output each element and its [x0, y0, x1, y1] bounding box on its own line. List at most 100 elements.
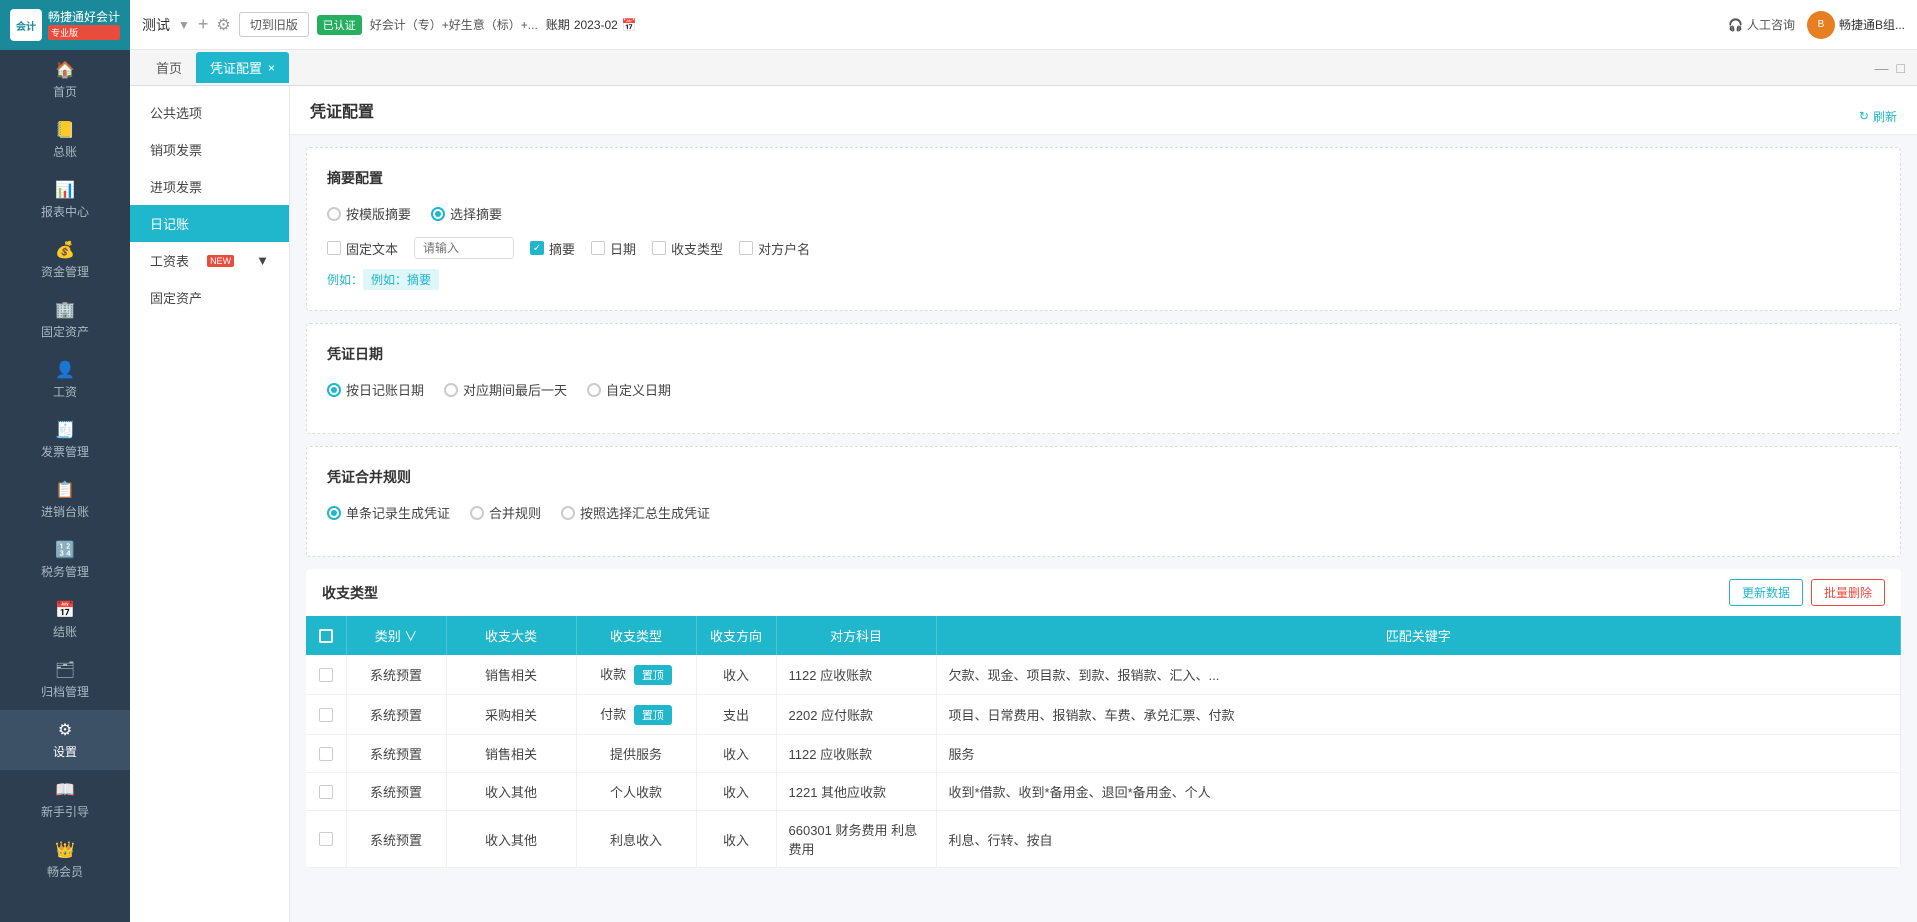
row-keywords-3: 服务 [936, 735, 1901, 773]
switch-version-button[interactable]: 切到旧版 [239, 12, 309, 37]
radio-custom-date-circle [587, 383, 601, 397]
service-button[interactable]: 🎧 人工咨询 [1728, 16, 1795, 33]
row-keywords-5: 利息、行转、按自 [936, 811, 1901, 868]
checkbox-date[interactable]: 日期 [591, 239, 636, 258]
date-section: 凭证日期 按日记账日期 对应期间最后一天 自定义日期 [306, 323, 1901, 434]
tab-voucher-config[interactable]: 凭证配置 × [196, 52, 289, 83]
refresh-button[interactable]: ↻ 刷新 [1859, 108, 1897, 125]
left-nav-journal[interactable]: 日记账 [130, 205, 289, 242]
radio-select-summary[interactable]: 选择摘要 [431, 204, 502, 223]
add-workspace-button[interactable]: + [198, 14, 209, 35]
top-tag-1[interactable]: 置顶 [634, 665, 672, 685]
update-data-button[interactable]: 更新数据 [1729, 579, 1803, 606]
row-big-type-2: 采购相关 [446, 695, 576, 735]
row-check-2[interactable] [306, 695, 346, 735]
checkbox-counterparty[interactable]: 对方户名 [739, 239, 810, 258]
member-icon: 👑 [55, 840, 75, 860]
summary-radio-group: 按模版摘要 选择摘要 [327, 204, 1880, 223]
user-profile[interactable]: B 畅捷通B组... [1807, 11, 1905, 39]
row-category-2: 系统预置 [346, 695, 446, 735]
th-sub-type: 收支类型 [576, 616, 696, 655]
th-checkbox[interactable] [306, 616, 346, 655]
radio-select-summary-gen[interactable]: 按照选择汇总生成凭证 [561, 503, 710, 522]
left-nav-sales-invoice[interactable]: 销项发票 [130, 131, 289, 168]
sidebar-item-tax[interactable]: 🔢 税务管理 [0, 530, 130, 590]
sidebar-item-close[interactable]: 📅 结账 [0, 590, 130, 650]
period-info: 账期 2023-02 📅 [546, 16, 637, 33]
sidebar-item-guide[interactable]: 📖 新手引导 [0, 770, 130, 830]
settings-gear-icon[interactable]: ⚙ [216, 15, 230, 35]
row-account-1: 1122 应收账款 [776, 655, 936, 695]
example-tag: 例如：摘要 [363, 269, 439, 290]
left-nav-salary[interactable]: 工资表 NEW ▼ [130, 242, 289, 279]
row-check-1[interactable] [306, 655, 346, 695]
checkbox-summary-box: ✓ [530, 241, 544, 255]
date-radio-group: 按日记账日期 对应期间最后一天 自定义日期 [327, 380, 1880, 399]
sidebar-item-home[interactable]: 🏠 首页 [0, 50, 130, 110]
sidebar-item-settings[interactable]: ⚙ 设置 [0, 710, 130, 770]
summary-section: 摘要配置 按模版摘要 选择摘要 [306, 147, 1901, 311]
table-row: 系统预置 采购相关 付款 置顶 支出 2202 应付账款 项目、日常费用、报销款… [306, 695, 1901, 735]
tab-close-icon[interactable]: × [268, 61, 275, 75]
checkbox-date-box [591, 241, 605, 255]
row-category-1: 系统预置 [346, 655, 446, 695]
radio-merge-rule[interactable]: 合并规则 [470, 503, 541, 522]
sidebar-item-fixed-assets[interactable]: 🏢 固定资产 [0, 290, 130, 350]
row-check-3[interactable] [306, 735, 346, 773]
sidebar-item-member[interactable]: 👑 畅会员 [0, 830, 130, 890]
calendar-icon[interactable]: 📅 [622, 18, 637, 32]
radio-journal-date[interactable]: 按日记账日期 [327, 380, 424, 399]
workspace-dropdown-icon[interactable]: ▼ [178, 18, 190, 32]
sidebar-item-ledger[interactable]: 📒 总账 [0, 110, 130, 170]
radio-period-last[interactable]: 对应期间最后一天 [444, 380, 567, 399]
sidebar-item-purchase-sales[interactable]: 📋 进销台账 [0, 470, 130, 530]
row-sub-type-1: 收款 置顶 [576, 655, 696, 695]
left-nav-fixed-assets[interactable]: 固定资产 [130, 279, 289, 316]
table-body: 系统预置 销售相关 收款 置顶 收入 1122 应收账款 欠款、现金、项目款、到… [306, 655, 1901, 868]
radio-circle-template [327, 207, 341, 221]
row-check-4[interactable] [306, 773, 346, 811]
merge-radio-group: 单条记录生成凭证 合并规则 按照选择汇总生成凭证 [327, 503, 1880, 522]
radio-journal-date-circle [327, 383, 341, 397]
fixed-text-input[interactable] [414, 237, 514, 259]
checkbox-fixed-text[interactable]: 固定文本 [327, 239, 398, 258]
row-direction-1: 收入 [696, 655, 776, 695]
left-nav-public[interactable]: 公共选项 [130, 94, 289, 131]
tab-minimize-icon[interactable]: — [1875, 60, 1889, 76]
batch-delete-button[interactable]: 批量删除 [1811, 579, 1885, 606]
row-check-5[interactable] [306, 811, 346, 868]
sidebar-item-salary[interactable]: 👤 工资 [0, 350, 130, 410]
sidebar-item-archive[interactable]: 🗂 归档管理 [0, 650, 130, 710]
tab-maximize-icon[interactable]: □ [1897, 60, 1905, 76]
sidebar-item-reports[interactable]: 📊 报表中心 [0, 170, 130, 230]
radio-custom-date[interactable]: 自定义日期 [587, 380, 671, 399]
logo-text: 畅捷通好会计 专业版 [48, 10, 120, 41]
income-expense-table: 类别 ∨ 收支大类 收支类型 收支方向 [306, 616, 1901, 868]
row-big-type-3: 销售相关 [446, 735, 576, 773]
radio-dot-1 [331, 387, 337, 393]
avatar: B [1807, 11, 1835, 39]
radio-template-summary[interactable]: 按模版摘要 [327, 204, 411, 223]
radio-single-record[interactable]: 单条记录生成凭证 [327, 503, 450, 522]
sidebar-item-invoice[interactable]: 🧾 发票管理 [0, 410, 130, 470]
checkbox-payment-type[interactable]: 收支类型 [652, 239, 723, 258]
left-nav-purchase-invoice[interactable]: 进项发票 [130, 168, 289, 205]
page-title: 凭证配置 [310, 98, 374, 134]
date-section-title: 凭证日期 [327, 344, 1880, 364]
tab-home[interactable]: 首页 [142, 52, 196, 83]
th-category: 类别 ∨ [346, 616, 446, 655]
tax-icon: 🔢 [55, 540, 75, 560]
ledger-icon: 📒 [55, 120, 75, 140]
example-text: 例如：例如：摘要 [327, 269, 1880, 290]
table-header-row: 收支类型 更新数据 批量删除 [306, 569, 1901, 616]
table-section-title: 收支类型 [322, 583, 378, 603]
refresh-icon: ↻ [1859, 109, 1869, 123]
checkbox-summary[interactable]: ✓ 摘要 [530, 239, 575, 258]
top-tag-2[interactable]: 置顶 [634, 705, 672, 725]
income-expense-section: 收支类型 更新数据 批量删除 [306, 569, 1901, 868]
purchase-sales-icon: 📋 [55, 480, 75, 500]
reports-icon: 📊 [55, 180, 75, 200]
sidebar-item-funds[interactable]: 💰 资金管理 [0, 230, 130, 290]
funds-icon: 💰 [55, 240, 75, 260]
main-area: 测试 ▼ + ⚙ 切到旧版 已认证 好会计（专）+好生意（标）+... 账期 2… [130, 0, 1917, 922]
